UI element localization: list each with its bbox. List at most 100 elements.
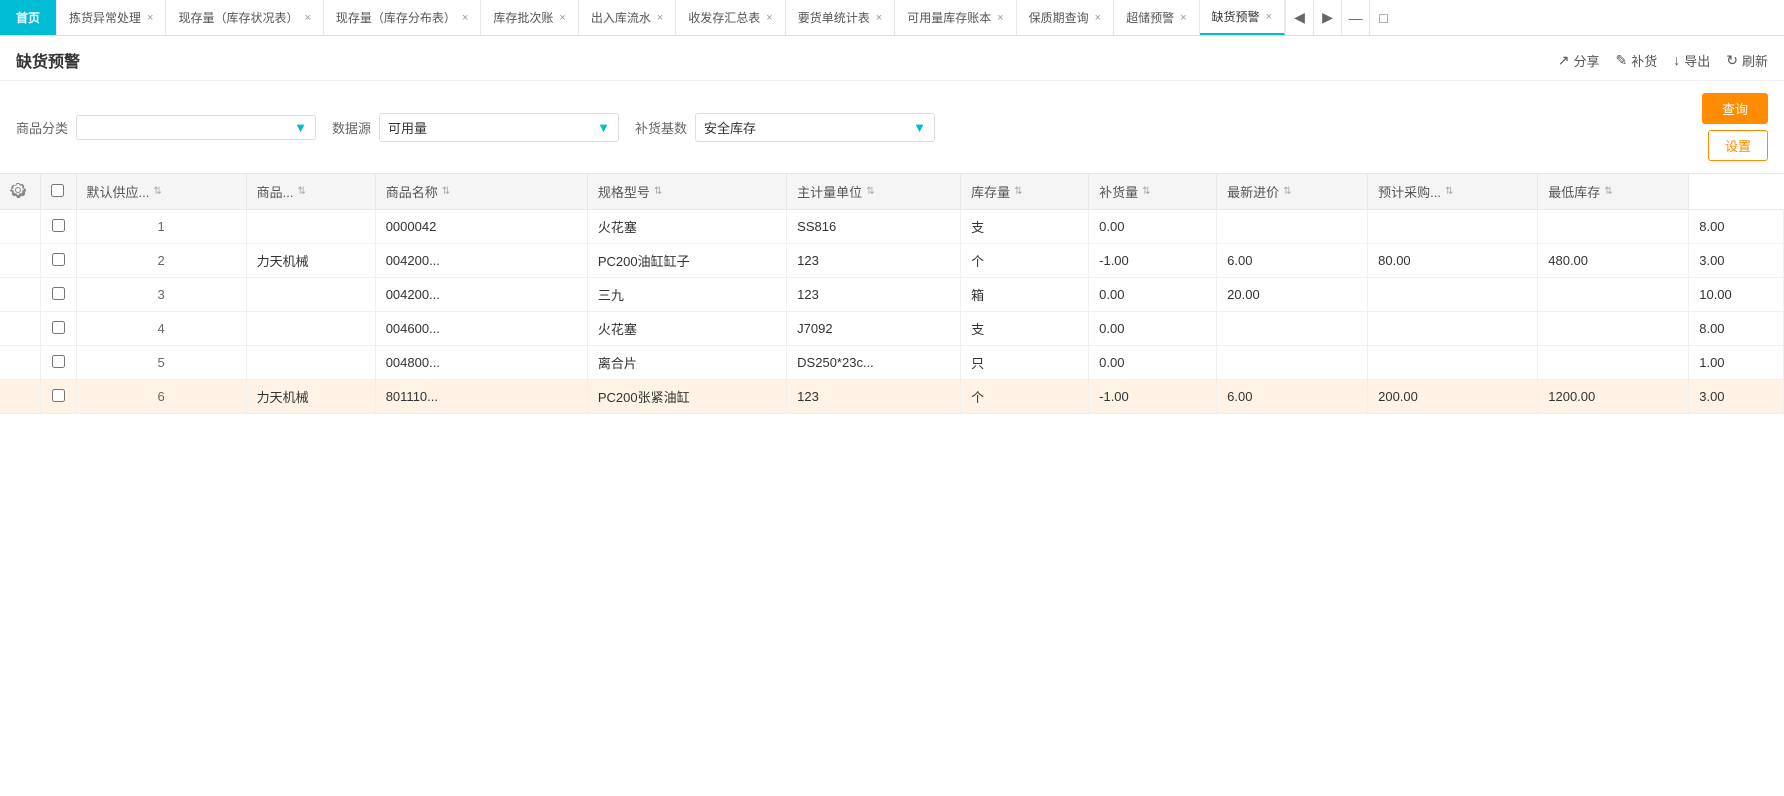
- tab-overstock[interactable]: 超储预警 ×: [1114, 0, 1199, 35]
- col-latest-price: 最新进价 ⇅: [1217, 174, 1368, 210]
- row-checkbox-cell: [40, 210, 76, 244]
- tab-batch-close[interactable]: ×: [559, 12, 565, 24]
- row-min-stock: 1.00: [1689, 346, 1784, 380]
- category-select[interactable]: ▼: [76, 115, 316, 140]
- tab-stock1-close[interactable]: ×: [304, 12, 310, 24]
- row-gear-cell: [0, 380, 40, 414]
- replenish-select[interactable]: 安全库存 ▼: [695, 113, 935, 142]
- share-icon: ↗: [1558, 52, 1570, 69]
- product-name-sort-icon[interactable]: ⇅: [442, 186, 450, 197]
- table-row: 2 力天机械 004200... PC200油缸缸子 123 个 -1.00 6…: [0, 244, 1784, 278]
- query-button[interactable]: 查询: [1702, 93, 1768, 124]
- data-table: 默认供应... ⇅ 商品... ⇅ 商品名称 ⇅: [0, 173, 1784, 414]
- row-checkbox-2[interactable]: [52, 287, 65, 300]
- refresh-button[interactable]: ↻ 刷新: [1726, 51, 1768, 70]
- col-stock-label: 库存量: [971, 182, 1010, 201]
- tab-expiry[interactable]: 保质期查询 ×: [1017, 0, 1114, 35]
- tab-stock2-close[interactable]: ×: [462, 12, 468, 24]
- row-latest-price: [1368, 312, 1538, 346]
- tab-summary[interactable]: 收发存汇总表 ×: [676, 0, 785, 35]
- row-checkbox-1[interactable]: [52, 253, 65, 266]
- page-title: 缺货预警: [16, 48, 80, 72]
- replenish-sort-icon[interactable]: ⇅: [1142, 186, 1150, 197]
- tab-batch[interactable]: 库存批次账 ×: [481, 0, 578, 35]
- tab-flow-close[interactable]: ×: [657, 12, 663, 24]
- row-num: 5: [76, 346, 246, 380]
- tab-prev-btn[interactable]: ◀: [1285, 0, 1313, 35]
- row-gear-cell: [0, 346, 40, 380]
- col-checkbox: [40, 174, 76, 210]
- col-product-code: 商品... ⇅: [246, 174, 375, 210]
- supplier-sort-icon[interactable]: ⇅: [153, 186, 161, 197]
- col-min-stock: 最低库存 ⇅: [1538, 174, 1689, 210]
- tab-available-close[interactable]: ×: [997, 12, 1003, 24]
- tab-order[interactable]: 要货单统计表 ×: [786, 0, 895, 35]
- row-unit: 个: [961, 244, 1089, 278]
- row-gear-cell: [0, 244, 40, 278]
- tab-pick[interactable]: 拣货异常处理 ×: [57, 0, 166, 35]
- col-unit-label: 主计量单位: [797, 182, 862, 201]
- export-button[interactable]: ↓ 导出: [1673, 51, 1710, 70]
- tab-pick-close[interactable]: ×: [147, 12, 153, 24]
- latest-price-sort-icon[interactable]: ⇅: [1283, 186, 1291, 197]
- stock-sort-icon[interactable]: ⇅: [1014, 186, 1022, 197]
- tab-stock1[interactable]: 现存量（库存状况表） ×: [166, 0, 323, 35]
- share-label: 分享: [1573, 51, 1599, 70]
- col-replenish: 补货量 ⇅: [1089, 174, 1217, 210]
- table-row: 4 004600... 火花塞 J7092 支 0.00 8.00: [0, 312, 1784, 346]
- settings-button[interactable]: 设置: [1708, 130, 1768, 161]
- datasource-filter-group: 数据源 可用量 ▼: [332, 113, 619, 142]
- share-button[interactable]: ↗ 分享: [1558, 51, 1600, 70]
- col-supplier-label: 默认供应...: [87, 182, 150, 201]
- tab-overstock-close[interactable]: ×: [1180, 12, 1186, 24]
- tab-summary-close[interactable]: ×: [766, 12, 772, 24]
- min-stock-sort-icon[interactable]: ⇅: [1604, 186, 1612, 197]
- unit-sort-icon[interactable]: ⇅: [866, 186, 874, 197]
- row-spec: 123: [787, 244, 961, 278]
- row-supplier: [246, 346, 375, 380]
- tab-home[interactable]: 首页: [0, 0, 57, 35]
- tab-next-btn[interactable]: ▶: [1313, 0, 1341, 35]
- category-label: 商品分类: [16, 118, 68, 137]
- tab-available[interactable]: 可用量库存账本 ×: [895, 0, 1016, 35]
- row-unit: 个: [961, 380, 1089, 414]
- row-checkbox-cell: [40, 312, 76, 346]
- spec-sort-icon[interactable]: ⇅: [654, 186, 662, 197]
- product-code-sort-icon[interactable]: ⇅: [297, 186, 305, 197]
- tab-flow[interactable]: 出入库流水 ×: [579, 0, 676, 35]
- col-estimated-purchase: 预计采购... ⇅: [1368, 174, 1538, 210]
- col-product-name: 商品名称 ⇅: [375, 174, 587, 210]
- row-checkbox-cell: [40, 278, 76, 312]
- row-gear-cell: [0, 210, 40, 244]
- row-checkbox-0[interactable]: [52, 219, 65, 232]
- tab-bar: 首页 拣货异常处理 × 现存量（库存状况表） × 现存量（库存分布表） × 库存…: [0, 0, 1784, 36]
- tab-available-label: 可用量库存账本: [907, 9, 991, 26]
- tab-minimize-btn[interactable]: —: [1341, 0, 1369, 35]
- tab-shortage-label: 缺货预警: [1212, 8, 1260, 25]
- datasource-select[interactable]: 可用量 ▼: [379, 113, 619, 142]
- row-stock: -1.00: [1089, 380, 1217, 414]
- tab-maximize-btn[interactable]: □: [1369, 0, 1397, 35]
- select-all-checkbox[interactable]: [51, 184, 64, 197]
- row-replenish: 20.00: [1217, 278, 1368, 312]
- replenish-button[interactable]: ✎ 补货: [1615, 51, 1657, 70]
- row-product-code: 004200...: [375, 244, 587, 278]
- row-latest-price: [1368, 210, 1538, 244]
- row-checkbox-5[interactable]: [52, 389, 65, 402]
- gear-icon[interactable]: [10, 182, 26, 198]
- tab-shortage-close[interactable]: ×: [1266, 11, 1272, 23]
- row-gear-cell: [0, 278, 40, 312]
- row-checkbox-4[interactable]: [52, 355, 65, 368]
- row-product-name: 火花塞: [587, 210, 786, 244]
- table-container: 默认供应... ⇅ 商品... ⇅ 商品名称 ⇅: [0, 173, 1784, 414]
- tab-shortage[interactable]: 缺货预警 ×: [1200, 0, 1285, 35]
- row-product-name: 离合片: [587, 346, 786, 380]
- row-checkbox-3[interactable]: [52, 321, 65, 334]
- col-product-code-label: 商品...: [257, 182, 294, 201]
- estimated-purchase-sort-icon[interactable]: ⇅: [1445, 186, 1453, 197]
- tab-expiry-close[interactable]: ×: [1095, 12, 1101, 24]
- export-icon: ↓: [1673, 52, 1680, 68]
- tab-order-close[interactable]: ×: [876, 12, 882, 24]
- tab-stock2[interactable]: 现存量（库存分布表） ×: [324, 0, 481, 35]
- maximize-icon: □: [1379, 10, 1387, 26]
